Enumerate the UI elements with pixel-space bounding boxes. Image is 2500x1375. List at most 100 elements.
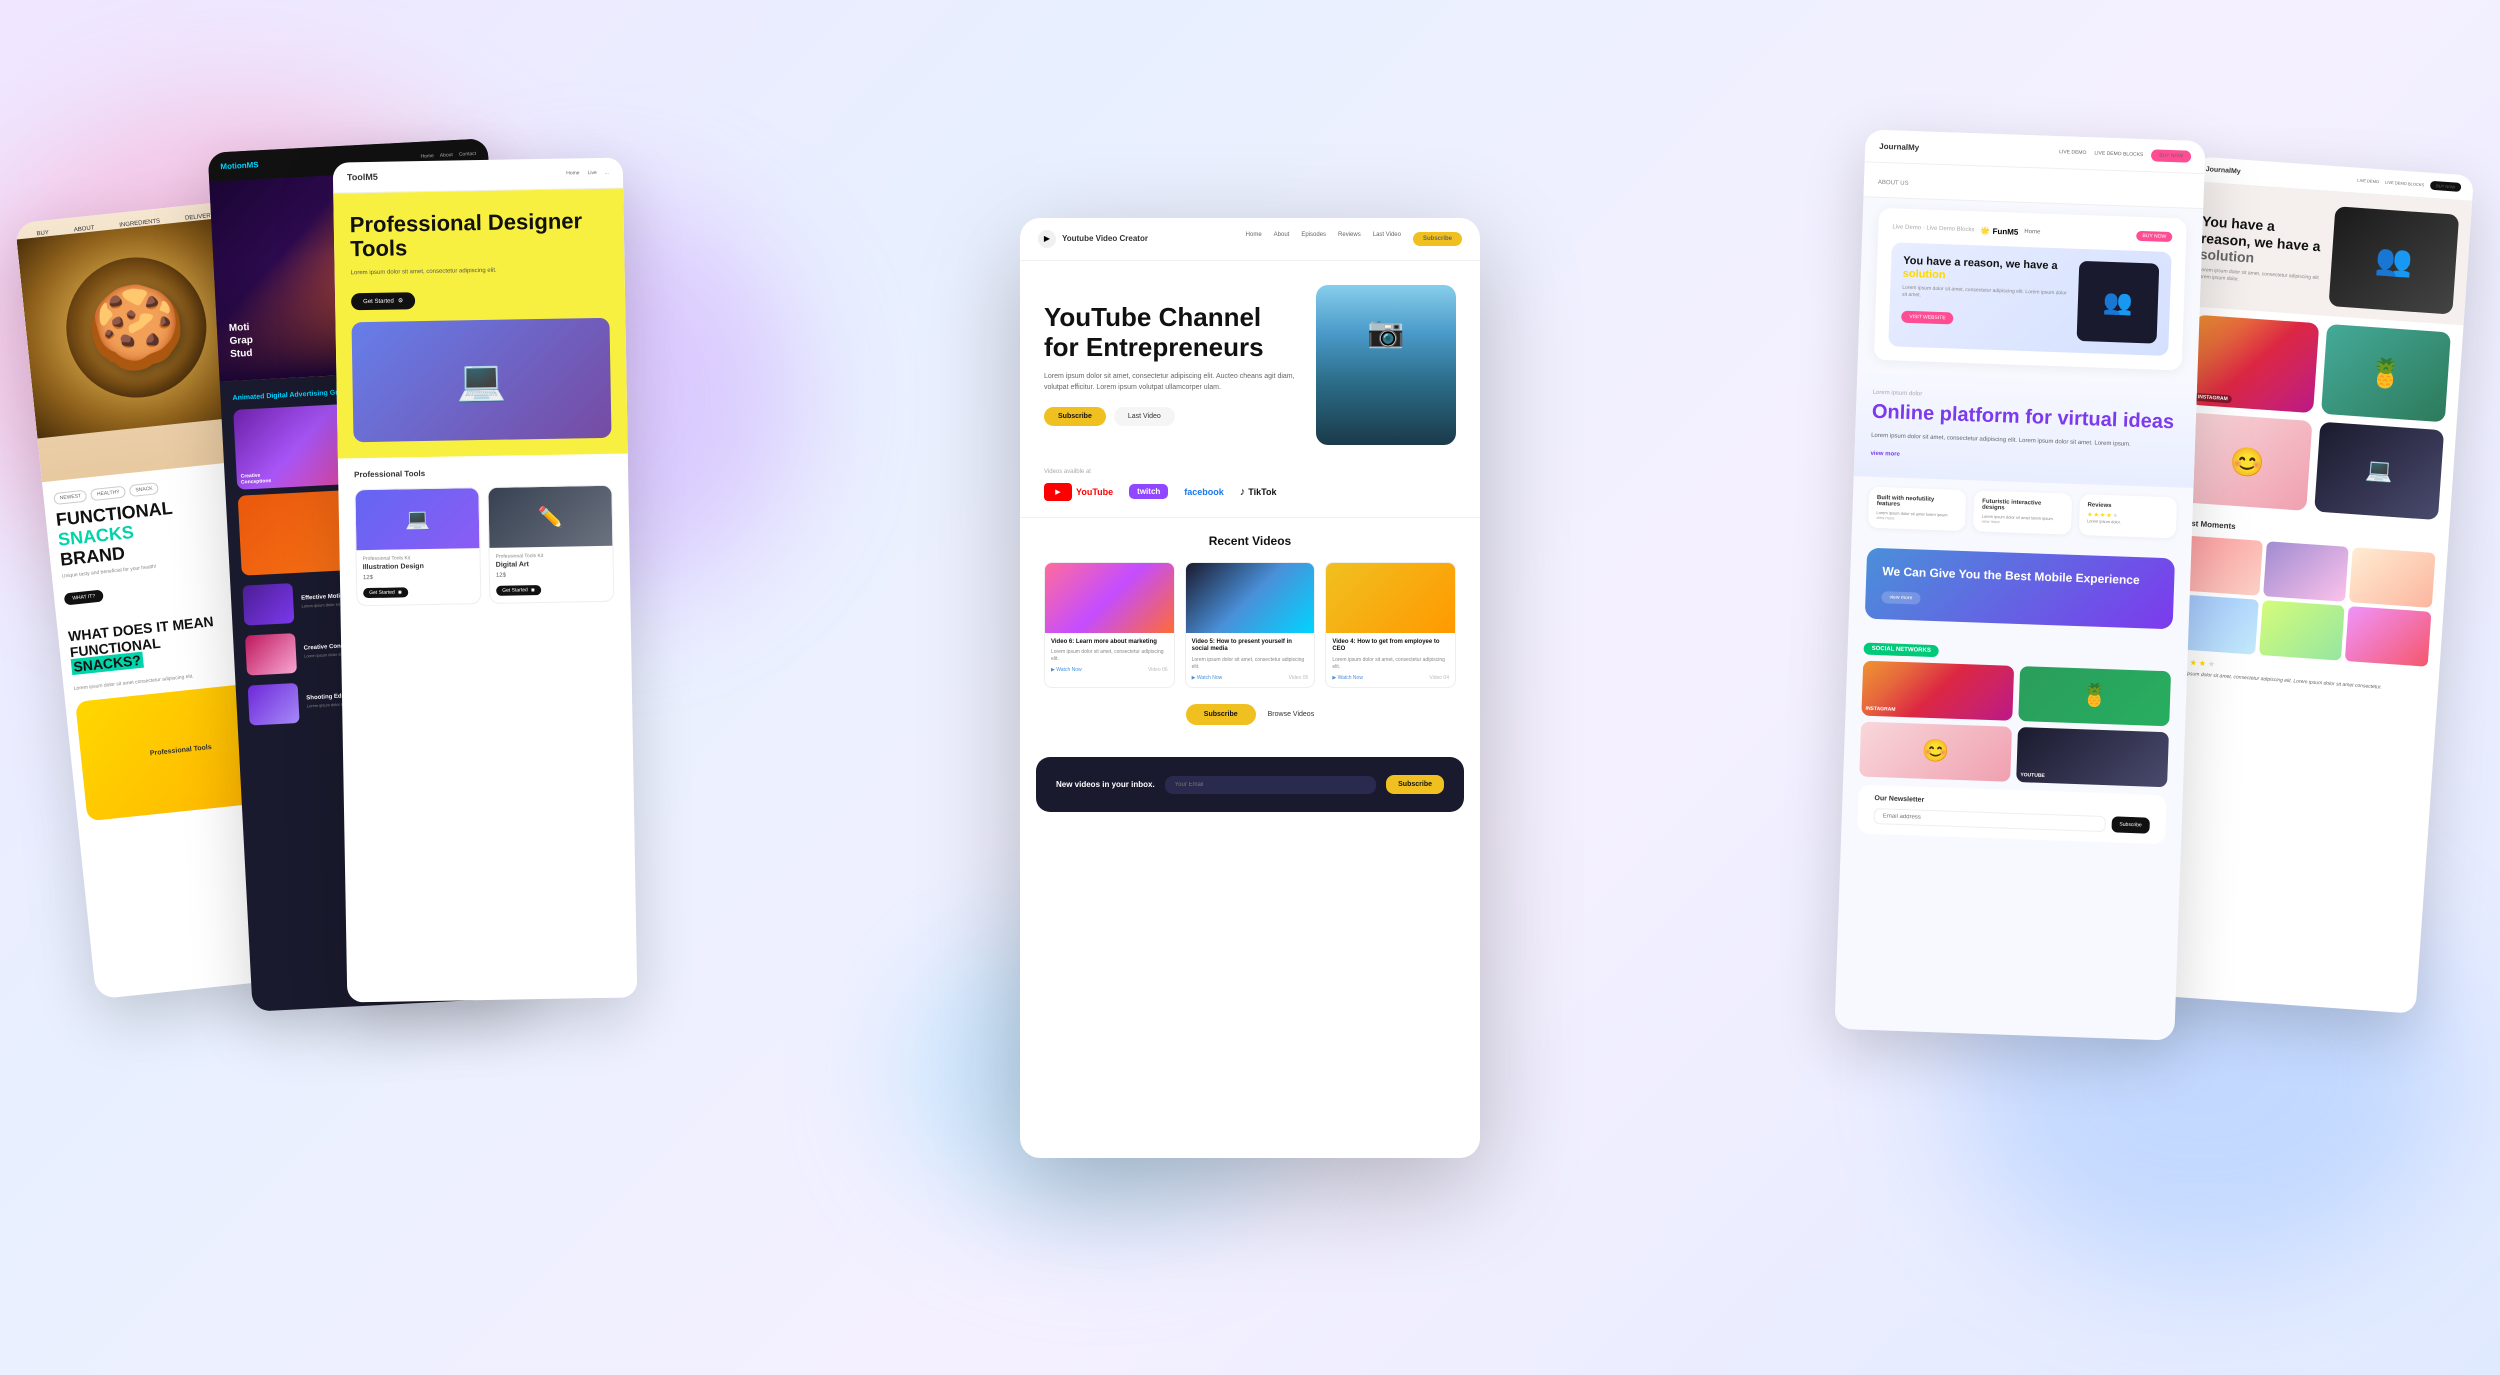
online-newsletter-input[interactable] xyxy=(1874,808,2106,832)
tool-hero-btn[interactable]: Get Started ⚙ xyxy=(351,292,415,310)
snacks-highlight: SNACKS? xyxy=(71,652,144,675)
tool-mini-card-body-1: Professional Tools Kit Illustration Desi… xyxy=(356,548,480,605)
yt-video-link-2[interactable]: ▶ Watch Now xyxy=(1192,675,1223,681)
yt-last-btn[interactable]: Last Video xyxy=(1114,407,1175,426)
online-nav-live1[interactable]: LIVE DEMO xyxy=(2059,149,2086,156)
yt-video-link-1[interactable]: ▶ Watch Now xyxy=(1051,667,1082,673)
moments-pineapple-icon: 🍍 xyxy=(2321,324,2451,422)
moments-star-4: ★ xyxy=(2198,659,2206,668)
yt-video-thumb-1 xyxy=(1045,563,1174,633)
yt-videos-grid: Video 6: Learn more about marketing Lore… xyxy=(1044,562,1456,689)
tool-nav-home[interactable]: Home xyxy=(566,170,579,176)
yt-hero-image: 📷 xyxy=(1316,285,1456,445)
moments-buy-btn[interactable]: BUY NOW xyxy=(2430,181,2462,192)
yt-hero-desc: Lorem ipsum dolor sit amet, consectetur … xyxy=(1044,372,1296,393)
online-tech-item: YOUTUBE xyxy=(2016,727,2169,787)
online-newsletter-btn[interactable]: Subscribe xyxy=(2111,816,2150,833)
tool-mini-btn-1[interactable]: Get Started ◉ xyxy=(363,588,408,599)
yt-platform-tiktok: TikTok xyxy=(1240,486,1277,498)
yt-camera-icon: 📷 xyxy=(1367,315,1404,350)
tool-cards-row: 💻 Professional Tools Kit Illustration De… xyxy=(354,485,614,606)
tool-toggle-icon: ⚙ xyxy=(398,298,404,305)
tool-nav-more[interactable]: ... xyxy=(605,170,609,176)
yt-browse-btn[interactable]: Browse Videos xyxy=(1268,711,1315,718)
tool-mini-toggle-1: ◉ xyxy=(398,590,402,596)
online-feature-title-1: Built with neofutility features xyxy=(1877,495,1959,510)
online-newsletter-section: Our Newsletter Subscribe xyxy=(1857,784,2167,844)
tool-hero-desc: Lorem ipsum dolor sit amet, consectetur … xyxy=(351,265,609,278)
yt-newsletter-text: New videos in your inbox. xyxy=(1056,780,1155,789)
online-social-grid: INSTAGRAM 🍍 😊 YOUTUBE xyxy=(1859,660,2171,787)
online-features-row: Built with neofutility features Lorem ip… xyxy=(1868,487,2177,539)
online-feature-1: Built with neofutility features Lorem ip… xyxy=(1868,487,1967,532)
online-main-desc: Lorem ipsum dolor sit amet, consectetur … xyxy=(1871,432,2179,452)
motion-nav-home[interactable]: Home xyxy=(420,153,434,160)
online-mobile-btn[interactable]: view more xyxy=(1881,591,1920,604)
online-nav-buy[interactable]: BUY NOW xyxy=(2151,149,2191,162)
yt-youtube-text: YouTube xyxy=(1076,487,1113,497)
tool-nav: Home Live ... xyxy=(566,170,609,177)
yt-nav-home[interactable]: Home xyxy=(1246,232,1262,246)
online-solution-desc: Lorem ipsum dolor sit amet, consectetur … xyxy=(1902,285,2068,305)
online-funm5-buy-btn[interactable]: BUY NOW xyxy=(2136,231,2172,242)
online-girl-item: 😊 xyxy=(1859,721,2012,781)
yt-video-desc-2: Lorem ipsum dolor sit amet, consectetur … xyxy=(1192,657,1309,671)
online-funm5-header: Live Demo · Live Demo Blocks 🌟 FunM5 Hom… xyxy=(1892,222,2172,242)
moments-hero: You have a reason, we have a solution Lo… xyxy=(2184,182,2472,325)
online-funm5-text: You have a reason, we have a solution Lo… xyxy=(1901,255,2070,341)
tool-mini-btn-label-2: Get Started xyxy=(502,588,528,594)
yt-video-title-3: Video 4: How to get from employee to CEO xyxy=(1332,639,1449,655)
yt-video-card-3: Video 4: How to get from employee to CEO… xyxy=(1325,562,1456,689)
moments-nav-live2[interactable]: LIVE DEMO BLOCKS xyxy=(2385,180,2424,188)
tool-mini-label-1: Professional Tools Kit xyxy=(363,554,474,562)
motion-logo: MotionMS xyxy=(220,160,259,171)
online-visit-btn[interactable]: VISIT WEBSITE xyxy=(1901,311,1954,325)
online-solution-image: 👥 xyxy=(2077,261,2160,344)
motion-nav-contact[interactable]: Contact xyxy=(459,150,477,157)
motion-nav: Home About Contact xyxy=(420,150,476,159)
online-nav-live2[interactable]: LIVE DEMO BLOCKS xyxy=(2094,150,2143,158)
yt-video-link-3[interactable]: ▶ Watch Now xyxy=(1332,675,1363,681)
moments-girl-card: 😊 xyxy=(2182,412,2312,510)
motion-nav-about[interactable]: About xyxy=(440,152,453,159)
moments-tech-card: 💻 xyxy=(2314,422,2444,520)
online-feature-title-2: Futuristic interactive designs xyxy=(1982,499,2064,514)
moments-gallery-6 xyxy=(2345,606,2431,667)
yt-subscribe-btn[interactable]: Subscribe xyxy=(1044,407,1106,426)
tool-mini-btn-2[interactable]: Get Started ◉ xyxy=(496,585,541,596)
online-solution-title: You have a reason, we have a solution xyxy=(1903,255,2070,287)
tool-mini-toggle-2: ◉ xyxy=(531,587,535,593)
yt-last-video-link[interactable]: Last Video xyxy=(1373,232,1401,246)
yt-newsletter-btn[interactable]: Subscribe xyxy=(1386,775,1444,794)
moments-pineapple-card: 🍍 xyxy=(2321,324,2451,422)
online-more-btn[interactable]: view more xyxy=(1870,451,2178,468)
moments-gallery-3 xyxy=(2349,547,2435,608)
motion-grid-label-1: CreativeConceptions xyxy=(241,472,272,486)
snacks-badge-snack: SNACK xyxy=(129,482,159,497)
yt-bottom-subscribe-btn[interactable]: Subscribe xyxy=(1186,704,1256,725)
yt-newsletter-input[interactable] xyxy=(1165,776,1376,794)
yt-logo-area: ▶ Youtube Video Creator xyxy=(1038,230,1148,248)
motion-thumb-3 xyxy=(248,683,300,726)
youtube-card: ▶ Youtube Video Creator Home About Episo… xyxy=(1020,218,1480,1158)
yt-nav-about[interactable]: About xyxy=(1274,232,1290,246)
yt-video-thumb-2 xyxy=(1186,563,1315,633)
yt-video-meta-3: ▶ Watch Now Video 04 xyxy=(1332,675,1449,681)
online-features: Built with neofutility features Lorem ip… xyxy=(1851,476,2193,559)
online-funm5-nav-home[interactable]: Home xyxy=(2024,229,2040,236)
yt-nav-episodes[interactable]: Episodes xyxy=(1301,232,1326,246)
tool-mini-title-2: Digital Art xyxy=(496,560,607,569)
tool-mini-price-1: 12$ xyxy=(363,573,474,581)
online-feature-3: Reviews ★ ★ ★ ★ ★ Lorem ipsum dolor. xyxy=(2078,494,2177,539)
online-pineapple-item: 🍍 xyxy=(2018,666,2171,726)
yt-hero-buttons: Subscribe Last Video xyxy=(1044,407,1296,426)
yt-nav-subscribe-btn[interactable]: Subscribe xyxy=(1413,232,1462,246)
yt-platform-facebook: facebook xyxy=(1184,487,1224,497)
tool-nav-live[interactable]: Live xyxy=(588,170,597,176)
yt-nav-reviews[interactable]: Reviews xyxy=(1338,232,1361,246)
snacks-cta-btn[interactable]: WHAT IT? xyxy=(64,590,104,606)
tool-mini-card-body-2: Professional Tools Kit Digital Art 12$ G… xyxy=(489,546,613,603)
yt-platform-twitch: twitch xyxy=(1129,484,1168,499)
moments-nav-live1[interactable]: LIVE DEMO xyxy=(2357,178,2379,185)
online-solution-highlight: solution xyxy=(1903,268,1946,281)
